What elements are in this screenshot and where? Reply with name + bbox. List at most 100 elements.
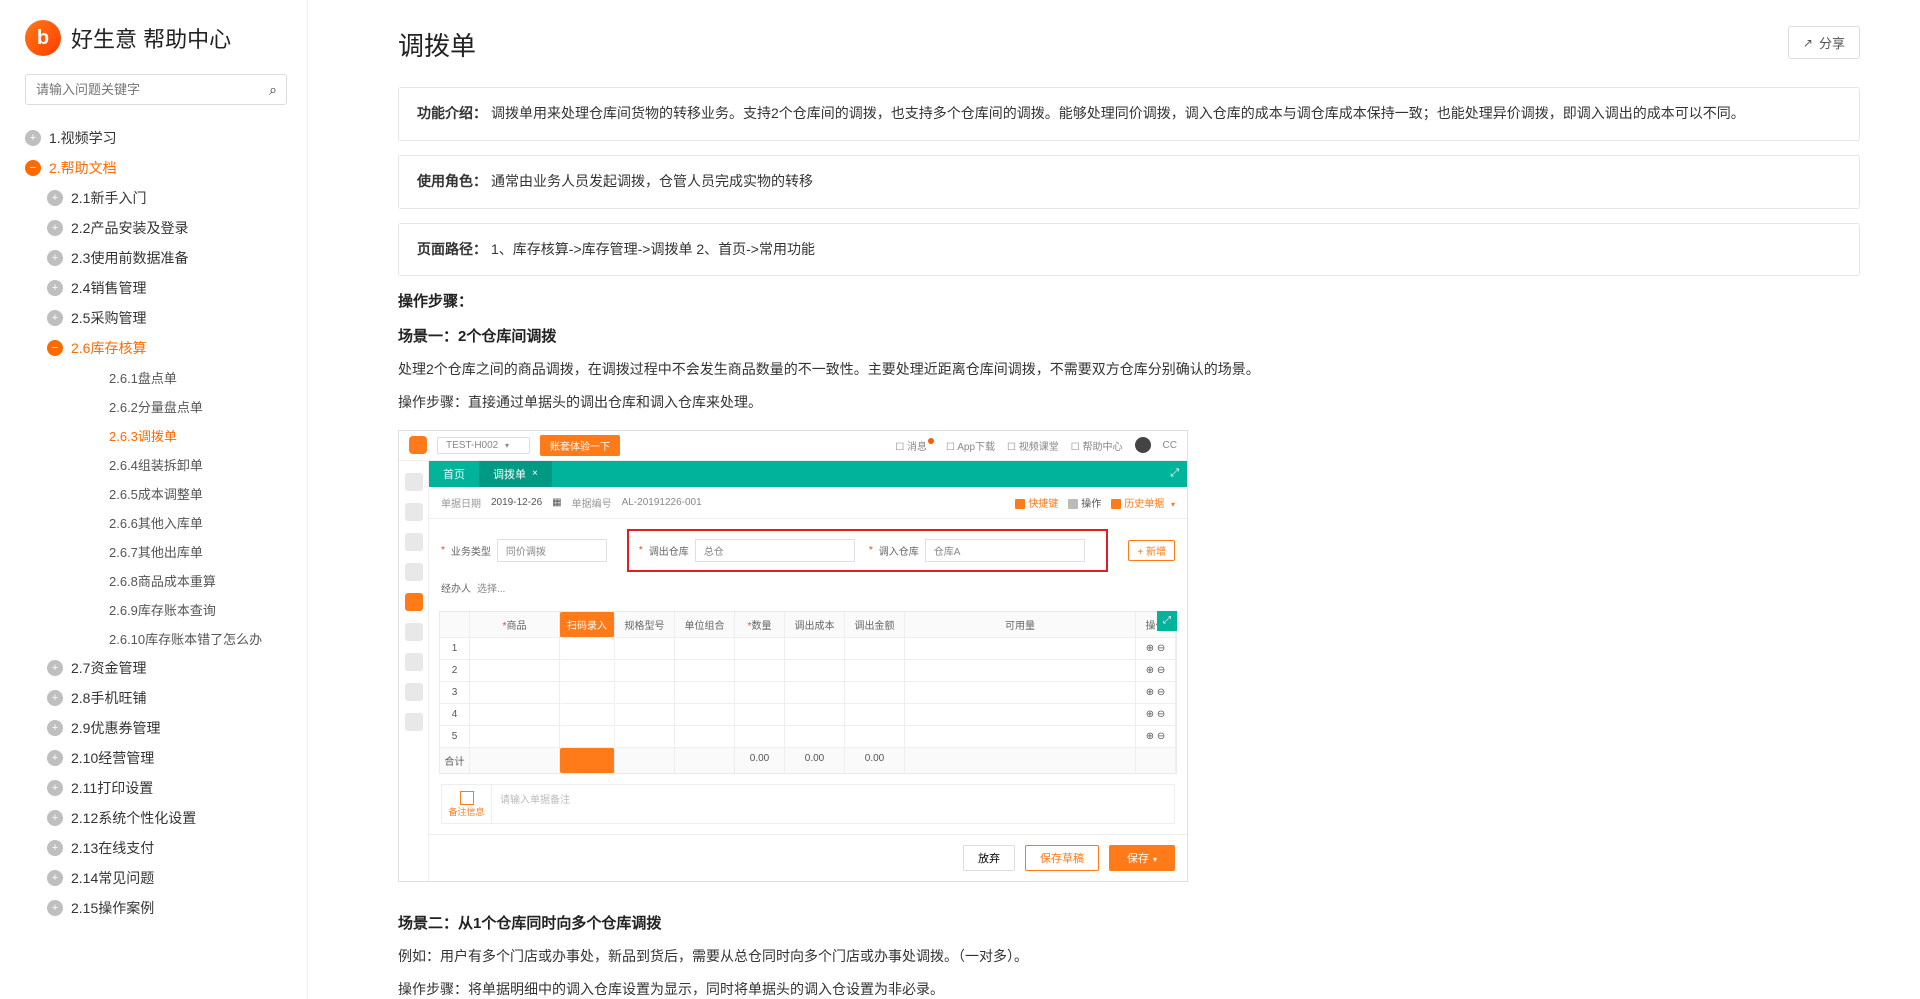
page-title: 调拨单 xyxy=(398,26,476,63)
search-icon[interactable]: ⌕ xyxy=(269,81,277,98)
app-topbar: TEST-H002 ▾ 账套体验一下 ☐ 消息 ☐ App下载 ☐ 视频课堂 ☐… xyxy=(399,431,1187,461)
save-draft-button[interactable]: 保存草稿 xyxy=(1025,845,1099,871)
toolbar-history[interactable]: 历史单据 ▾ xyxy=(1111,495,1175,510)
nav-2-12[interactable]: +2.12系统个性化设置 xyxy=(47,803,287,833)
maximize-icon[interactable]: ⤢ xyxy=(1157,611,1177,631)
plus-icon: + xyxy=(47,750,63,766)
nav-2-6-4[interactable]: 2.6.4组装拆卸单 xyxy=(109,450,287,479)
nav-2-6-6[interactable]: 2.6.6其他入库单 xyxy=(109,508,287,537)
close-icon[interactable]: × xyxy=(532,468,538,479)
bill-no-value: AL-20191226-001 xyxy=(622,497,702,508)
scene1-p2: 操作步骤：直接通过单据头的调出仓库和调入仓库来处理。 xyxy=(398,389,1860,416)
nav-2-10[interactable]: +2.10经营管理 xyxy=(47,743,287,773)
scene1-p1: 处理2个仓库之间的商品调拨，在调拨过程中不会发生商品数量的不一致性。主要处理近距… xyxy=(398,356,1860,383)
nav-2-6-10[interactable]: 2.6.10库存账本错了怎么办 xyxy=(109,624,287,653)
topbar-help[interactable]: ☐ 帮助中心 xyxy=(1071,438,1123,453)
tab-transfer-bill[interactable]: 调拨单× xyxy=(479,461,552,487)
topbar-app-download[interactable]: ☐ App下载 xyxy=(946,438,995,453)
nav-2-6-9[interactable]: 2.6.9库存账本查询 xyxy=(109,595,287,624)
clock-icon xyxy=(1111,499,1121,509)
nav-2-4[interactable]: +2.4销售管理 xyxy=(47,273,287,303)
minus-icon: − xyxy=(47,340,63,356)
field-biz-type[interactable]: *业务类型同价调拨 xyxy=(441,539,607,562)
field-out-warehouse[interactable]: *调出仓库总仓 xyxy=(639,539,855,562)
scene2-title: 场景二：从1个仓库同时向多个仓库调拨 xyxy=(398,912,1860,933)
intro-text: 通常由业务人员发起调拨，仓管人员完成实物的转移 xyxy=(491,173,813,189)
nav-icon[interactable] xyxy=(405,563,423,581)
row-actions[interactable]: ⊕ ⊖ xyxy=(1136,638,1176,660)
nav-2-6[interactable]: −2.6库存核算 xyxy=(47,333,287,363)
nav-icon-active[interactable] xyxy=(405,593,423,611)
field-handler[interactable]: 经办人选择... xyxy=(441,580,505,595)
note-icon xyxy=(460,791,474,805)
nav-icon[interactable] xyxy=(405,683,423,701)
nav-icon[interactable] xyxy=(405,713,423,731)
app-detail-table: ⤢ *商品 扫码录入 规格型号 单位组合 *数量 调出成本 调出金额 可用量 操… xyxy=(439,611,1177,774)
nav-2-6-3[interactable]: 2.6.3调拨单 xyxy=(109,421,287,450)
plus-icon: + xyxy=(47,190,63,206)
topbar-video[interactable]: ☐ 视频课堂 xyxy=(1007,438,1059,453)
topbar-username[interactable]: CC xyxy=(1163,440,1177,451)
toolbar-shortcut[interactable]: 快捷键 xyxy=(1015,495,1058,510)
nav-icon[interactable] xyxy=(405,533,423,551)
save-button[interactable]: 保存▾ xyxy=(1109,845,1175,871)
nav-2-13[interactable]: +2.13在线支付 xyxy=(47,833,287,863)
nav-icon[interactable] xyxy=(405,623,423,641)
nav-2-3[interactable]: +2.3使用前数据准备 xyxy=(47,243,287,273)
nav-2-1[interactable]: +2.1新手入门 xyxy=(47,183,287,213)
nav-2-6-5[interactable]: 2.6.5成本调整单 xyxy=(109,479,287,508)
nav-2-8[interactable]: +2.8手机旺铺 xyxy=(47,683,287,713)
nav-2-9[interactable]: +2.9优惠券管理 xyxy=(47,713,287,743)
share-button[interactable]: 分享 xyxy=(1788,26,1860,59)
nav-icon[interactable] xyxy=(405,653,423,671)
nav-2-5[interactable]: +2.5采购管理 xyxy=(47,303,287,333)
nav-2-7[interactable]: +2.7资金管理 xyxy=(47,653,287,683)
nav-2-6-7[interactable]: 2.6.7其他出库单 xyxy=(109,537,287,566)
bill-date-value[interactable]: 2019-12-26 xyxy=(491,497,542,508)
table-row[interactable]: 4⊕ ⊖ xyxy=(440,704,1176,726)
nav-2-14[interactable]: +2.14常见问题 xyxy=(47,863,287,893)
nav-2-6-2[interactable]: 2.6.2分量盘点单 xyxy=(109,392,287,421)
table-row[interactable]: 5⊕ ⊖ xyxy=(440,726,1176,748)
calendar-icon[interactable]: ▦ xyxy=(552,497,561,508)
account-select[interactable]: TEST-H002 ▾ xyxy=(437,437,530,454)
intro-text: 1、库存核算->库存管理->调拨单 2、首页->常用功能 xyxy=(491,241,815,257)
nav-icon[interactable] xyxy=(405,473,423,491)
nav-video-learning[interactable]: +1.视频学习 xyxy=(25,123,287,153)
gear-icon xyxy=(1068,499,1078,509)
nav-2-11[interactable]: +2.11打印设置 xyxy=(47,773,287,803)
badge-dot-icon xyxy=(928,438,934,444)
brand-title: 好生意 帮助中心 xyxy=(71,22,231,54)
search-input[interactable] xyxy=(25,74,287,105)
intro-box-role: 使用角色：通常由业务人员发起调拨，仓管人员完成实物的转移 xyxy=(398,155,1860,209)
table-row[interactable]: 1⊕ ⊖ xyxy=(440,638,1176,660)
field-in-warehouse[interactable]: *调入仓库仓库A xyxy=(869,539,1085,562)
nav-2-2[interactable]: +2.2产品安装及登录 xyxy=(47,213,287,243)
plus-icon: + xyxy=(47,840,63,856)
steps-heading: 操作步骤： xyxy=(398,290,1860,311)
topbar-messages[interactable]: ☐ 消息 xyxy=(895,438,934,453)
nav-icon[interactable] xyxy=(405,503,423,521)
minus-icon: − xyxy=(25,160,41,176)
avatar-icon[interactable] xyxy=(1135,437,1151,453)
add-warehouse-button[interactable]: + 新增 xyxy=(1128,540,1175,561)
nav-2-6-8[interactable]: 2.6.8商品成本重算 xyxy=(109,566,287,595)
table-row[interactable]: 2⊕ ⊖ xyxy=(440,660,1176,682)
plus-icon: + xyxy=(47,250,63,266)
app-footer: 放弃 保存草稿 保存▾ xyxy=(429,834,1187,881)
nav-2-6-1[interactable]: 2.6.1盘点单 xyxy=(109,363,287,392)
nav-help-docs[interactable]: −2.帮助文档 xyxy=(25,153,287,183)
try-account-button[interactable]: 账套体验一下 xyxy=(540,435,620,456)
remark-label: 备注信息 xyxy=(442,785,492,824)
nav-2-15[interactable]: +2.15操作案例 xyxy=(47,893,287,923)
scene1-title: 场景一：2个仓库间调拨 xyxy=(398,325,1860,346)
discard-button[interactable]: 放弃 xyxy=(963,845,1015,871)
toolbar-operate[interactable]: 操作 xyxy=(1068,495,1101,510)
tab-home[interactable]: 首页 xyxy=(429,461,479,487)
expand-icon[interactable]: ⤢ xyxy=(1162,467,1187,480)
share-icon xyxy=(1803,35,1813,50)
remark-input[interactable]: 请输入单据备注 xyxy=(492,785,1174,824)
app-toolbar: 单据日期 2019-12-26 ▦ 单据编号 AL-20191226-001 快… xyxy=(429,487,1187,519)
table-row[interactable]: 3⊕ ⊖ xyxy=(440,682,1176,704)
th-scan[interactable]: 扫码录入 xyxy=(560,612,615,638)
